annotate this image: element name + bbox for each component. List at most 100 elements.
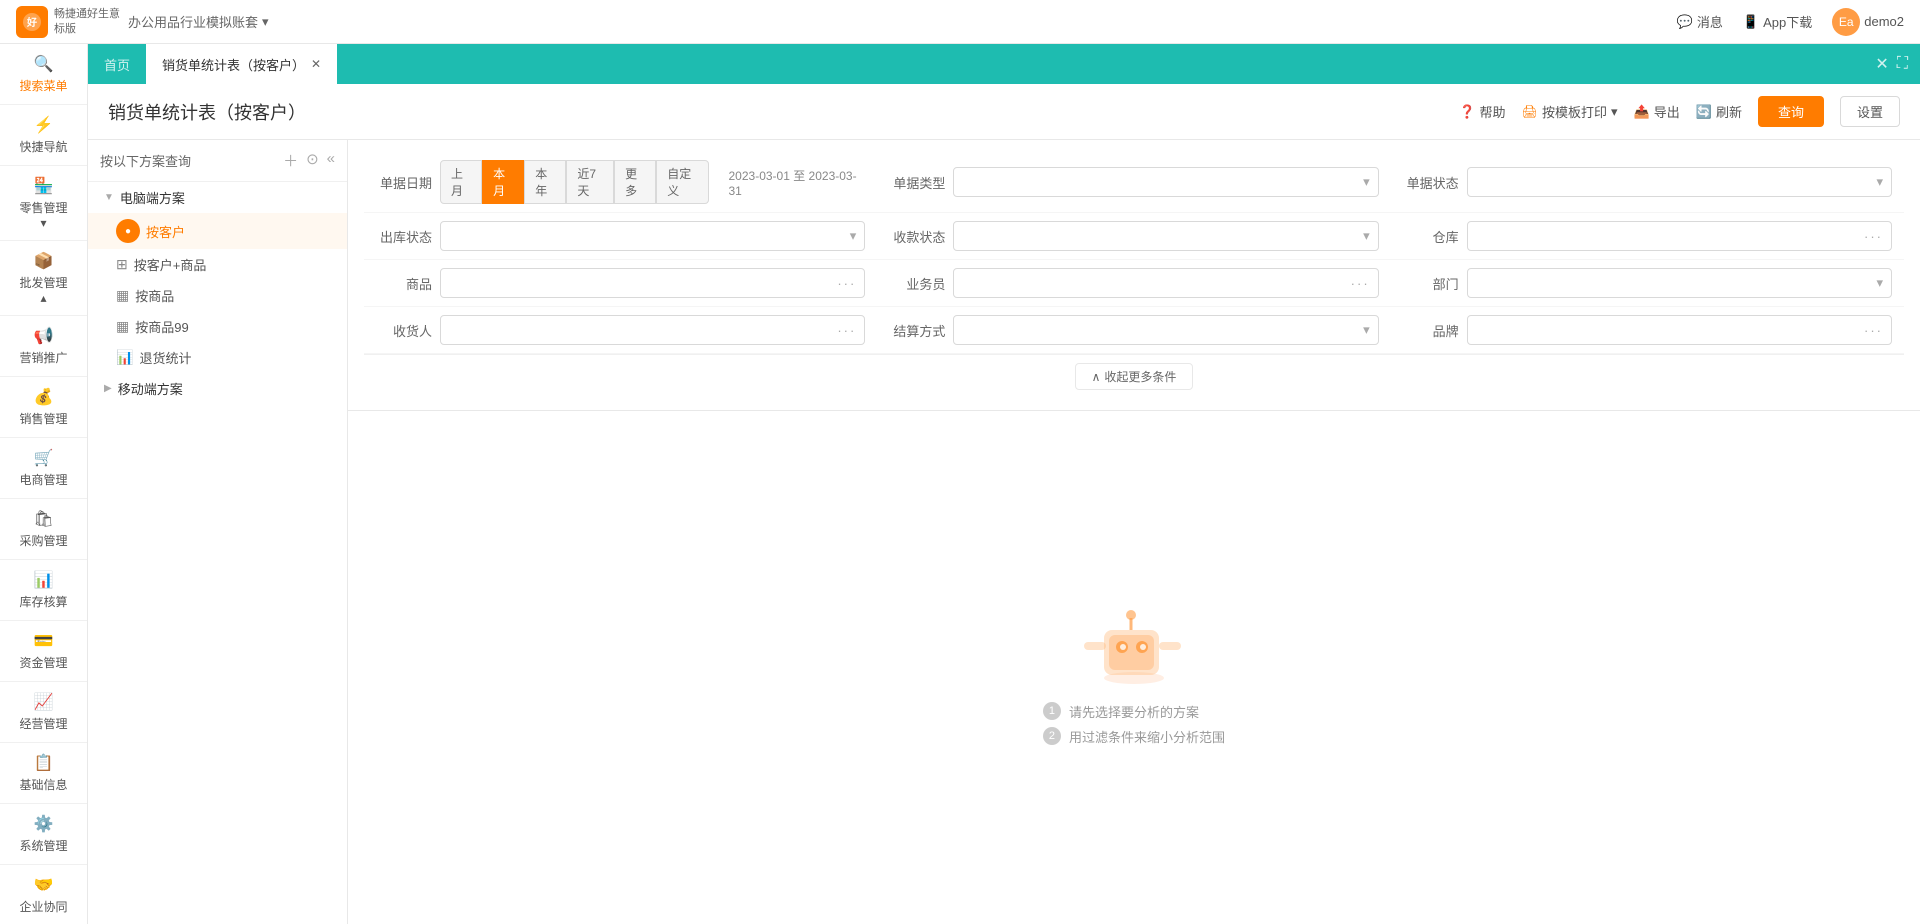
collapse-icon: ∧ [1092,370,1101,384]
warehouse-input[interactable]: ··· [1467,221,1892,251]
date-tabs: 上月 本月 本年 近7天 更多 自定义 [440,160,709,204]
sidebar-item-quicknav[interactable]: ⚡ 快捷导航 [0,105,87,166]
messages-btn[interactable]: 💬 消息 [1677,12,1723,31]
query-button[interactable]: 查询 [1758,96,1824,127]
panel-add-icon[interactable]: ＋ [283,150,298,171]
tree-item-by-customer[interactable]: ● 按客户 [88,213,347,249]
quicknav-icon: ⚡ [34,115,54,135]
salesman-input[interactable]: ··· [953,268,1378,298]
receiver-dots-icon: ··· [837,323,856,338]
collapse-row: ∧ 收起更多条件 [364,354,1904,398]
filter-cell-order-type: 单据类型 ▾ [877,152,1390,213]
empty-illustration [1074,590,1194,690]
tree-group-desktop[interactable]: ▼ 电脑端方案 [88,182,347,213]
date-tab-last7[interactable]: 近7天 [566,160,614,204]
sidebar-item-ecommerce[interactable]: 🛒 电商管理 [0,438,87,499]
user-area[interactable]: Ea demo2 [1832,8,1904,36]
filter-row-1: 单据日期 上月 本月 本年 近7天 更多 自定义 20 [364,152,1904,213]
tab-minimize-btn[interactable]: ✕ [1875,54,1888,74]
product-input[interactable]: ··· [440,268,865,298]
panel-settings-icon[interactable]: ⊙ [306,150,319,171]
sidebar-item-purchase[interactable]: 🛍 采购管理 [0,499,87,560]
tree-icon-product: ▦ [116,287,129,304]
sidebar-item-system[interactable]: ⚙️ 系统管理 [0,804,87,865]
body-split: 按以下方案查询 ＋ ⊙ « ▼ 电脑端方案 ● [88,140,1920,924]
tree-item-by-product[interactable]: ▦ 按商品 [88,280,347,311]
tree-group-mobile[interactable]: ▶ 移动端方案 [88,373,347,404]
collapse-button[interactable]: ∧ 收起更多条件 [1075,363,1194,390]
payment-method-select[interactable]: ▾ [953,315,1378,345]
date-tab-custom[interactable]: 自定义 [656,160,708,204]
tree-icon-product99: ▦ [116,318,129,335]
download-icon: 📱 [1743,14,1759,30]
sidebar-item-operations[interactable]: 📈 经营管理 [0,682,87,743]
avatar: Ea [1832,8,1860,36]
filter-cell-receiver: 收货人 ··· [364,307,877,354]
date-tab-thismonth[interactable]: 本月 [482,160,524,204]
sidebar-item-enterprise[interactable]: 🤝 企业协同 [0,865,87,924]
empty-tip-2: 2 用过滤条件来缩小分析范围 [1043,727,1225,746]
brand-input[interactable]: ··· [1467,315,1892,345]
order-status-arrow-icon: ▾ [1876,174,1883,190]
tree-item-by-customer-product[interactable]: ⊞ 按客户+商品 [88,249,347,280]
tab-maximize-btn[interactable]: ⛶ [1897,55,1908,73]
operations-icon: 📈 [34,692,54,712]
help-btn[interactable]: ❓ 帮助 [1459,102,1505,121]
filter-cell-order-status: 单据状态 ▾ [1391,152,1904,213]
header-left: 好 畅捷通好生意 标版 办公用品行业模拟账套 ▾ [16,6,269,38]
marketing-icon: 📢 [34,326,54,346]
sidebar-item-search[interactable]: 🔍 搜索菜单 [0,44,87,105]
date-tab-more[interactable]: 更多 [614,160,656,204]
tab-home[interactable]: 首页 [88,44,146,84]
tree-item-by-product99[interactable]: ▦ 按商品99 [88,311,347,342]
payment-select[interactable]: ▾ [953,221,1378,251]
order-type-select[interactable]: ▾ [953,167,1378,197]
sidebar-item-basic[interactable]: 📋 基础信息 [0,743,87,804]
warehouse-dots-icon: ··· [1864,229,1883,244]
filter-cell-date: 单据日期 上月 本月 本年 近7天 更多 自定义 20 [364,152,877,213]
active-indicator: ● [116,219,140,243]
panel-collapse-icon[interactable]: « [327,150,335,171]
filter-cell-payment-method: 结算方式 ▾ [877,307,1390,354]
help-icon: ❓ [1459,104,1475,120]
empty-tip-1: 1 请先选择要分析的方案 [1043,702,1225,721]
page-title: 销货单统计表（按客户） [108,99,306,137]
breadcrumb-arrow: ▾ [262,14,269,30]
date-tab-thisyear[interactable]: 本年 [524,160,566,204]
logo-icon: 好 [16,6,48,38]
refresh-btn[interactable]: 🔄 刷新 [1696,102,1742,121]
sidebar: 🔍 搜索菜单 ⚡ 快捷导航 🏪 零售管理 ▾ 📦 批发管理 ▴ 📢 营销推广 💰… [0,44,88,924]
tree-item-return-stats[interactable]: 📊 退货统计 [88,342,347,373]
sidebar-item-inventory[interactable]: 📊 库存核算 [0,560,87,621]
sidebar-item-marketing[interactable]: 📢 营销推广 [0,316,87,377]
tab-sales-report[interactable]: 销货单统计表（按客户） ✕ [146,44,337,84]
wholesale-icon: 📦 [34,251,54,271]
receiver-input[interactable]: ··· [440,315,865,345]
sidebar-item-sales[interactable]: 💰 销售管理 [0,377,87,438]
filter-cell-salesman: 业务员 ··· [877,260,1390,307]
message-icon: 💬 [1677,14,1693,30]
sidebar-item-retail[interactable]: 🏪 零售管理 ▾ [0,166,87,241]
finance-icon: 💳 [34,631,54,651]
empty-tips: 1 请先选择要分析的方案 2 用过滤条件来缩小分析范围 [1043,702,1225,746]
empty-state: 1 请先选择要分析的方案 2 用过滤条件来缩小分析范围 [348,411,1920,924]
settings-button[interactable]: 设置 [1840,96,1900,127]
right-panel: 单据日期 上月 本月 本年 近7天 更多 自定义 20 [348,140,1920,924]
delivery-select[interactable]: ▾ [440,221,865,251]
sidebar-item-finance[interactable]: 💳 资金管理 [0,621,87,682]
date-tab-lastmonth[interactable]: 上月 [440,160,482,204]
breadcrumb[interactable]: 办公用品行业模拟账套 ▾ [128,12,269,31]
app-download-btn[interactable]: 📱 App下载 [1743,12,1812,31]
tab-close-btn[interactable]: ✕ [311,57,321,71]
content-area: 首页 销货单统计表（按客户） ✕ ✕ ⛶ 销货单统计表（按客户） ❓ 帮助 🖨 [88,44,1920,924]
tree-expand-mobile-icon: ▶ [104,383,112,394]
filter-cell-department: 部门 ▾ [1391,260,1904,307]
filter-cell-product: 商品 ··· [364,260,877,307]
order-status-select[interactable]: ▾ [1467,167,1892,197]
filter-area: 单据日期 上月 本月 本年 近7天 更多 自定义 20 [348,140,1920,411]
department-select[interactable]: ▾ [1467,268,1892,298]
sidebar-item-wholesale[interactable]: 📦 批发管理 ▴ [0,241,87,316]
filter-row-3: 商品 ··· 业务员 ··· [364,260,1904,307]
print-btn[interactable]: 🖨 按模板打印 ▾ [1522,102,1618,121]
export-btn[interactable]: 📤 导出 [1634,102,1680,121]
